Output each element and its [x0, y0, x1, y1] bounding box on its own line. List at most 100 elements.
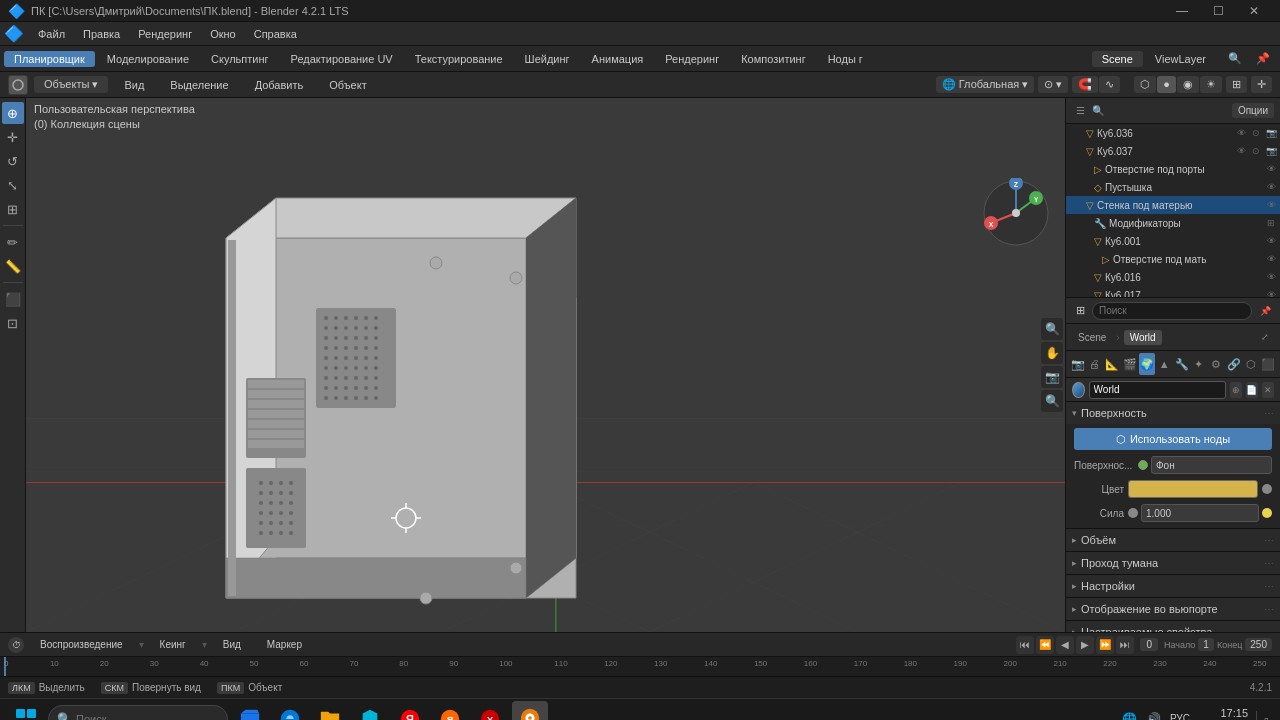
jump-end-btn[interactable]: ⏭ [1116, 636, 1134, 654]
taskbar-search[interactable]: 🔍 [48, 705, 228, 721]
use-nodes-button[interactable]: ⬡ Использовать ноды [1074, 428, 1272, 450]
color-socket-btn[interactable] [1262, 484, 1272, 494]
object-props-btn[interactable]: ▲ [1157, 353, 1172, 375]
volume-icon[interactable]: 🔊 [1146, 711, 1162, 721]
tab-modeling[interactable]: Моделирование [97, 51, 199, 67]
view-menu[interactable]: Вид [114, 77, 154, 93]
outliner-item-2[interactable]: ▽ Ку6.037 👁 ⊙ 📷 [1066, 142, 1280, 160]
playback-menu[interactable]: Воспроизведение [30, 637, 133, 652]
scene-props-btn[interactable]: 🎬 [1122, 353, 1137, 375]
world-new-btn[interactable]: 📄 [1246, 382, 1258, 398]
outliner-options-btn[interactable]: Опции [1232, 103, 1274, 118]
zoom-in-btn[interactable]: 🔍 [1041, 318, 1063, 340]
item-vis-5[interactable]: 👁 [1264, 198, 1278, 212]
tab-compositing[interactable]: Композитинг [731, 51, 816, 67]
volume-header[interactable]: ▸ Объём ⋯ [1066, 529, 1280, 551]
maximize-button[interactable]: ☐ [1200, 0, 1236, 22]
render-props-btn[interactable]: 📷 [1070, 353, 1085, 375]
start-frame-input[interactable]: 1 [1198, 638, 1214, 651]
tab-animation[interactable]: Анимация [582, 51, 654, 67]
view-layer-props-btn[interactable]: 📐 [1105, 353, 1120, 375]
show-desktop-btn[interactable]: ▫ [1256, 711, 1272, 721]
taskbar-yandex3[interactable]: Y [472, 701, 508, 721]
prev-frame-btn[interactable]: ⏪ [1036, 636, 1054, 654]
item-vis-4[interactable]: 👁 [1264, 180, 1278, 194]
jump-start-btn[interactable]: ⏮ [1016, 636, 1034, 654]
taskbar-blender[interactable] [512, 701, 548, 721]
object-menu[interactable]: Объект [319, 77, 376, 93]
surface-dropdown[interactable]: Фон [1151, 456, 1272, 474]
constraints-props-btn[interactable]: 🔗 [1226, 353, 1241, 375]
tab-uv[interactable]: Редактирование UV [281, 51, 403, 67]
taskbar-yandex2[interactable]: Я [432, 701, 468, 721]
prop-pin-btn[interactable]: 📌 [1256, 302, 1274, 320]
item-vis-9[interactable]: 👁 [1264, 270, 1278, 284]
surface-section-header[interactable]: ▾ Поверхность ⋯ [1066, 402, 1280, 424]
settings-header[interactable]: ▸ Настройки ⋯ [1066, 575, 1280, 597]
item-vis-10[interactable]: 👁 [1264, 288, 1278, 298]
gizmo-btn[interactable]: ✛ [1251, 76, 1272, 93]
item-vis-2[interactable]: 👁 [1234, 144, 1248, 158]
search-scene-btn[interactable]: 🔍 [1041, 390, 1063, 412]
snap-toggle[interactable]: 🧲 [1072, 76, 1098, 93]
select-menu[interactable]: Выделение [160, 77, 238, 93]
item-render-1[interactable]: 📷 [1264, 126, 1278, 140]
transform-pivot[interactable]: ⊙ ▾ [1038, 76, 1068, 93]
outliner-item-6[interactable]: 🔧 Модификаторы ⊞ [1066, 214, 1280, 232]
particles-props-btn[interactable]: ✦ [1191, 353, 1206, 375]
color-picker-btn[interactable] [1128, 480, 1258, 498]
camera-btn[interactable]: 📷 [1041, 366, 1063, 388]
taskbar-yandex1[interactable]: Я [392, 701, 428, 721]
mist-header[interactable]: ▸ Проход тумана ⋯ [1066, 552, 1280, 574]
transform-space-dropdown[interactable]: 🌐 Глобальная ▾ [936, 76, 1035, 93]
menu-window[interactable]: Окно [202, 26, 244, 42]
solid-btn[interactable]: ● [1157, 76, 1176, 93]
outliner-item-9[interactable]: ▽ Ку6.016 👁 [1066, 268, 1280, 286]
tab-layout[interactable]: Планировщик [4, 51, 95, 67]
network-icon[interactable]: 🌐 [1122, 711, 1138, 721]
outliner-item-4[interactable]: ◇ Пустышка 👁 [1066, 178, 1280, 196]
item-select-2[interactable]: ⊙ [1249, 144, 1263, 158]
viewport-display-header[interactable]: ▸ Отображение во вьюпорте ⋯ [1066, 598, 1280, 620]
taskbar-explorer[interactable] [232, 701, 268, 721]
item-vis-8[interactable]: 👁 [1264, 252, 1278, 266]
menu-help[interactable]: Справка [246, 26, 305, 42]
viewport[interactable]: Пользовательская перспектива (0) Коллекц… [26, 98, 1065, 632]
next-frame-btn[interactable]: ⏩ [1096, 636, 1114, 654]
tab-viewlayer[interactable]: ViewLayer [1145, 51, 1216, 67]
rotate-tool[interactable]: ↺ [2, 150, 24, 172]
end-frame-input[interactable]: 250 [1245, 638, 1272, 651]
outliner-item-3[interactable]: ▷ Отверстие под порты 👁 [1066, 160, 1280, 178]
data-props-btn[interactable]: ⬡ [1243, 353, 1258, 375]
taskbar-edge[interactable] [272, 701, 308, 721]
play-reverse-btn[interactable]: ◀ [1056, 636, 1074, 654]
start-button[interactable] [8, 701, 44, 721]
close-button[interactable]: ✕ [1236, 0, 1272, 22]
current-frame-display[interactable]: 0 [1140, 638, 1158, 651]
hand-tool-btn[interactable]: ✋ [1041, 342, 1063, 364]
world-delete-btn[interactable]: ✕ [1262, 382, 1274, 398]
timeline-type-btn[interactable]: ⏱ [8, 637, 24, 653]
system-clock[interactable]: 17:15 28.09.2024 [1198, 707, 1248, 720]
item-render-2[interactable]: 📷 [1264, 144, 1278, 158]
prop-nav-scene[interactable]: Scene [1072, 330, 1112, 345]
world-name-input[interactable] [1089, 381, 1226, 399]
tab-sculpting[interactable]: Скульптинг [201, 51, 279, 67]
item-select-1[interactable]: ⊙ [1249, 126, 1263, 140]
annotate-tool[interactable]: ✏ [2, 231, 24, 253]
prop-nav-expand-btn[interactable]: ⤢ [1256, 328, 1274, 346]
strength-input[interactable]: 1.000 [1141, 504, 1259, 522]
overlay-btn[interactable]: ⊞ [1226, 76, 1247, 93]
tab-rendering[interactable]: Рендеринг [655, 51, 729, 67]
item-vis-7[interactable]: 👁 [1264, 234, 1278, 248]
scale-tool[interactable]: ⤡ [2, 174, 24, 196]
add-menu[interactable]: Добавить [245, 77, 314, 93]
proportional-edit[interactable]: ∿ [1099, 76, 1120, 93]
item-col-6[interactable]: ⊞ [1264, 216, 1278, 230]
object-mode-dropdown[interactable]: Объекты ▾ [34, 76, 108, 93]
rendered-btn[interactable]: ☀ [1200, 76, 1222, 93]
add-cube-tool[interactable]: ⬛ [2, 288, 24, 310]
pin-btn[interactable]: 📌 [1250, 50, 1276, 67]
world-props-btn[interactable]: 🌍 [1139, 353, 1154, 375]
tab-scene[interactable]: Scene [1092, 51, 1143, 67]
